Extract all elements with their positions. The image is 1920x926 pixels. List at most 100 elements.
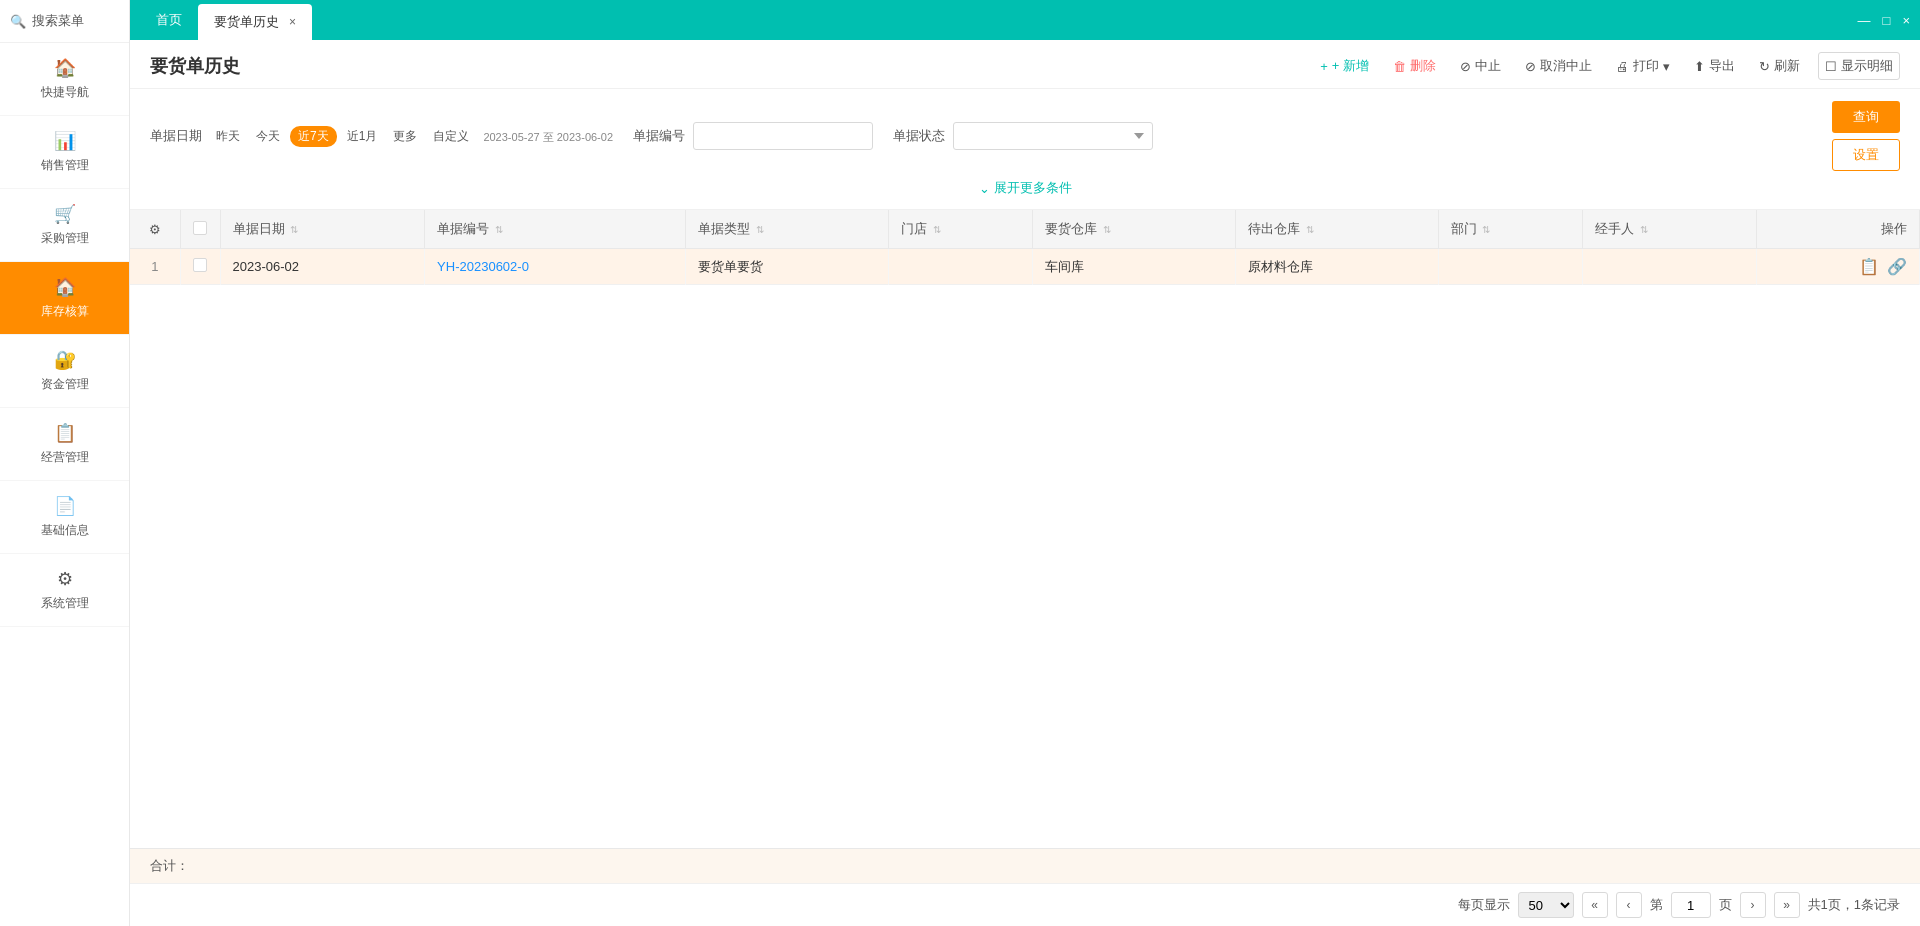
stop-label: 中止 [1475,57,1501,75]
table-area: ⚙ 单据日期 ⇅ 单据编号 ⇅ [130,210,1920,848]
sidebar-item-purchase[interactable]: 🛒 采购管理 [0,189,129,262]
col-number-label: 单据编号 [437,221,489,236]
sidebar-item-system[interactable]: ⚙ 系统管理 [0,554,129,627]
tab-home[interactable]: 首页 [140,0,198,40]
maximize-button[interactable]: □ [1883,13,1891,28]
sidebar-item-basic-label: 基础信息 [41,522,89,539]
req-sort-icon[interactable]: ⇅ [1103,224,1111,235]
col-req-warehouse: 要货仓库 ⇅ [1033,210,1236,249]
doc-status-filter-group: 单据状态 [893,122,1153,150]
link-action-icon[interactable]: 🔗 [1887,257,1907,276]
gear-icon[interactable]: ⚙ [149,222,161,237]
row-action: 📋 🔗 [1756,249,1919,285]
delete-label: 删除 [1410,57,1436,75]
select-all-checkbox[interactable] [193,221,207,235]
date-shortcut-custom[interactable]: 自定义 [427,126,475,147]
sidebar-item-basic[interactable]: 📄 基础信息 [0,481,129,554]
doc-status-label: 单据状态 [893,127,945,145]
refresh-button[interactable]: ↻ 刷新 [1753,53,1806,79]
date-shortcut-more[interactable]: 更多 [387,126,423,147]
expand-more-button[interactable]: ⌄ 展开更多条件 [150,179,1900,197]
col-action: 操作 [1756,210,1919,249]
sidebar-search-label: 搜索菜单 [32,12,84,30]
col-department: 部门 ⇅ [1438,210,1583,249]
print-button[interactable]: 🖨 打印 ▾ [1610,53,1676,79]
sidebar: 🔍 搜索菜单 🏠 快捷导航 📊 销售管理 🛒 采购管理 🏠 库存核算 🔐 资金管… [0,0,130,926]
col-type-label: 单据类型 [698,221,750,236]
pending-sort-icon[interactable]: ⇅ [1306,224,1314,235]
type-sort-icon[interactable]: ⇅ [756,224,764,235]
tab-requisition-history[interactable]: 要货单历史 × [198,4,312,40]
handler-sort-icon[interactable]: ⇅ [1640,224,1648,235]
date-sort-icon[interactable]: ⇅ [290,224,298,235]
minimize-button[interactable]: — [1858,13,1871,28]
table-header-row: ⚙ 单据日期 ⇅ 单据编号 ⇅ [130,210,1920,249]
system-icon: ⚙ [57,568,73,590]
stop-button[interactable]: ⊘ 中止 [1454,53,1507,79]
cancel-stop-label: 取消中止 [1540,57,1592,75]
export-button[interactable]: ⬆ 导出 [1688,53,1741,79]
next-page-button[interactable]: › [1740,892,1766,918]
col-settings[interactable]: ⚙ [130,210,180,249]
date-shortcut-1month[interactable]: 近1月 [341,126,384,147]
page-input-suffix: 页 [1719,896,1732,914]
sidebar-item-home[interactable]: 🏠 快捷导航 [0,43,129,116]
close-window-button[interactable]: × [1902,13,1910,28]
col-checkbox [180,210,220,249]
col-type: 单据类型 ⇅ [686,210,889,249]
tab-close-icon[interactable]: × [289,15,296,29]
basic-icon: 📄 [54,495,76,517]
col-number: 单据编号 ⇅ [425,210,686,249]
date-shortcut-7days[interactable]: 近7天 [290,126,337,147]
delete-button[interactable]: 🗑 删除 [1387,53,1442,79]
sidebar-item-operation[interactable]: 📋 经营管理 [0,408,129,481]
sidebar-item-finance[interactable]: 🔐 资金管理 [0,335,129,408]
delete-icon: 🗑 [1393,59,1406,74]
col-pending-warehouse: 待出仓库 ⇅ [1236,210,1439,249]
last-page-button[interactable]: » [1774,892,1800,918]
store-sort-icon[interactable]: ⇅ [933,224,941,235]
print-icon: 🖨 [1616,59,1629,74]
view-action-icon[interactable]: 📋 [1859,257,1879,276]
tab-bar: 首页 要货单历史 × — □ × [130,0,1920,40]
pagination: 每页显示 50 100 200 « ‹ 第 页 › » 共1页，1条记录 [130,883,1920,926]
col-req-warehouse-label: 要货仓库 [1045,221,1097,236]
row-select-checkbox[interactable] [193,258,207,272]
cancel-stop-icon: ⊘ [1525,59,1536,74]
page-number-input[interactable] [1671,892,1711,918]
purchase-icon: 🛒 [54,203,76,225]
col-action-label: 操作 [1881,221,1907,236]
row-checkbox[interactable] [180,249,220,285]
col-store-label: 门店 [901,221,927,236]
main-area: 首页 要货单历史 × — □ × 要货单历史 + + 新增 🗑 删除 [130,0,1920,926]
finance-icon: 🔐 [54,349,76,371]
col-pending-warehouse-label: 待出仓库 [1248,221,1300,236]
checkbox-display-icon: ☐ [1825,59,1837,74]
prev-page-button[interactable]: ‹ [1616,892,1642,918]
date-shortcut-yesterday[interactable]: 昨天 [210,126,246,147]
total-label: 合计： [150,857,189,875]
new-button[interactable]: + + 新增 [1314,53,1375,79]
display-cell-button[interactable]: ☐ 显示明细 [1818,52,1900,80]
cancel-stop-button[interactable]: ⊘ 取消中止 [1519,53,1598,79]
export-icon: ⬆ [1694,59,1705,74]
filter-actions: 查询 设置 [1832,101,1900,171]
doc-number-link[interactable]: YH-20230602-0 [437,259,529,274]
doc-status-select[interactable] [953,122,1153,150]
data-table: ⚙ 单据日期 ⇅ 单据编号 ⇅ [130,210,1920,285]
expand-icon: ⌄ [979,181,990,196]
page-size-select[interactable]: 50 100 200 [1518,892,1574,918]
action-icons: 📋 🔗 [1769,257,1907,276]
sidebar-item-inventory[interactable]: 🏠 库存核算 [0,262,129,335]
sidebar-item-sales[interactable]: 📊 销售管理 [0,116,129,189]
number-sort-icon[interactable]: ⇅ [495,224,503,235]
first-page-button[interactable]: « [1582,892,1608,918]
doc-number-input[interactable] [693,122,873,150]
query-button[interactable]: 查询 [1832,101,1900,133]
date-filter-group: 单据日期 昨天 今天 近7天 近1月 更多 自定义 2023-05-27 至 2… [150,126,613,147]
filter-setting-button[interactable]: 设置 [1832,139,1900,171]
inventory-icon: 🏠 [54,276,76,298]
sidebar-search[interactable]: 🔍 搜索菜单 [0,0,129,43]
date-shortcut-today[interactable]: 今天 [250,126,286,147]
dept-sort-icon[interactable]: ⇅ [1482,224,1490,235]
